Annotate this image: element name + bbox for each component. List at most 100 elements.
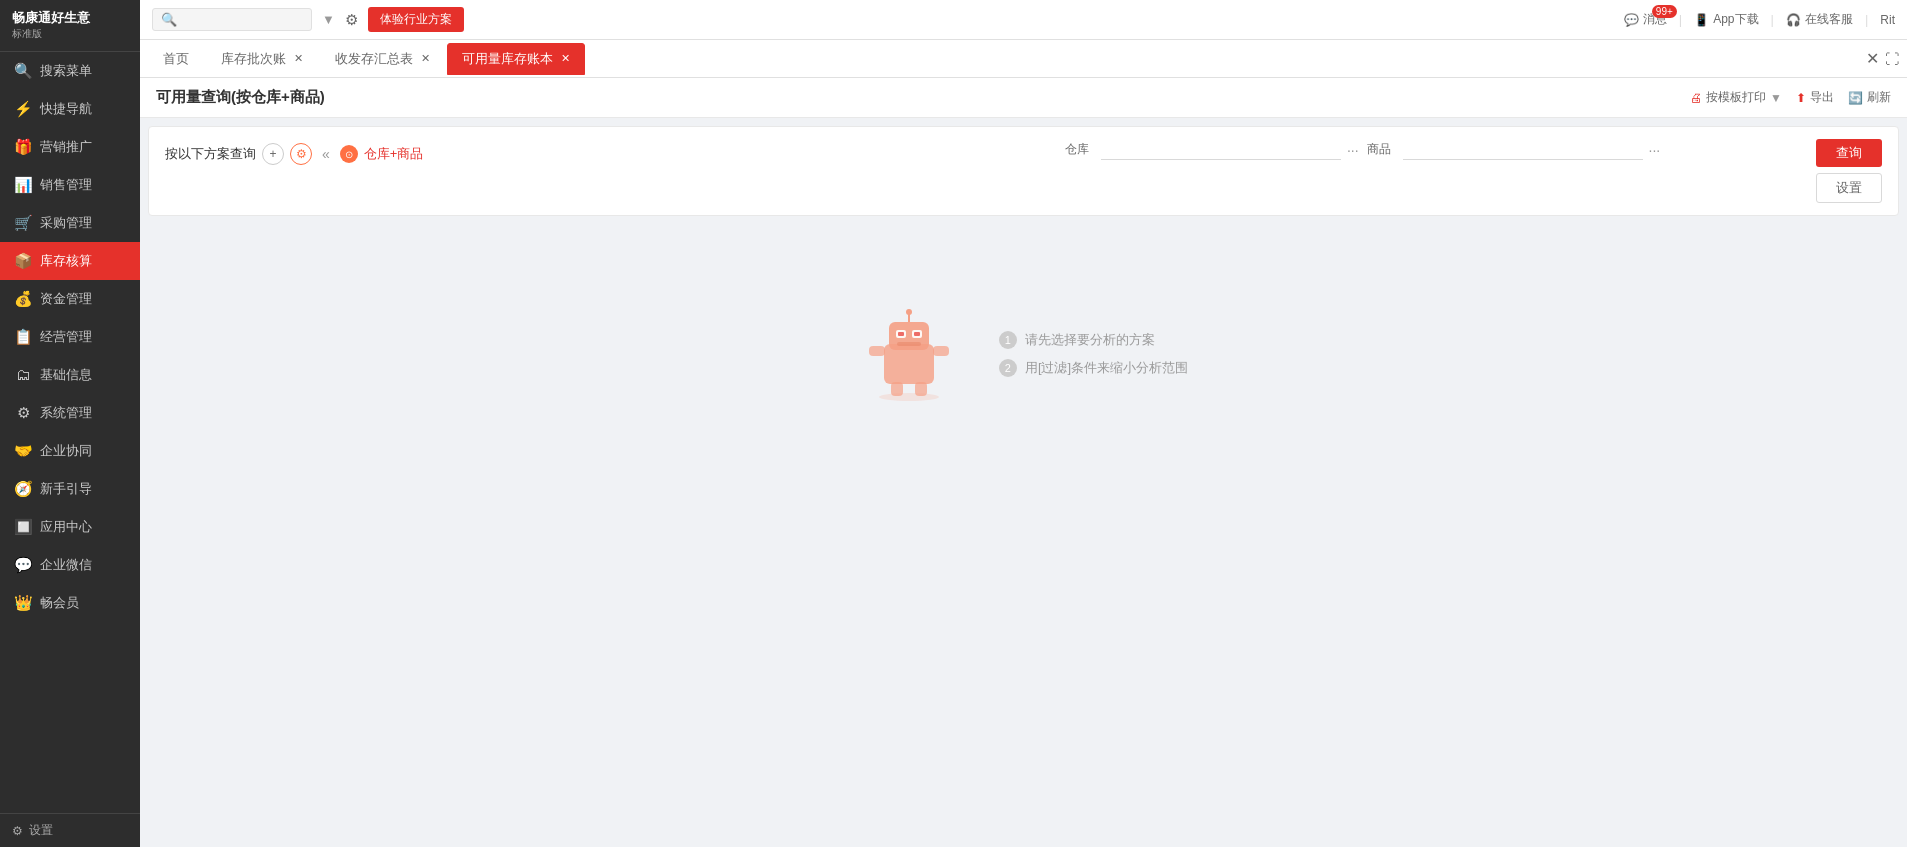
app-subtitle: 标准版 (12, 27, 128, 41)
sidebar-item-label: 经营管理 (40, 328, 92, 346)
online-support-label: 在线客服 (1805, 11, 1853, 28)
print-btn[interactable]: 🖨 按模板打印 ▼ (1690, 89, 1782, 106)
tab-batch[interactable]: 库存批次账✕ (206, 43, 318, 75)
product-field: 商品 ··· (1367, 139, 1661, 160)
sidebar-item-search[interactable]: 🔍搜索菜单 (0, 52, 140, 90)
sidebar-footer[interactable]: ⚙ 设置 (0, 813, 140, 847)
settings-icon: ⚙ (12, 824, 23, 838)
tab-available[interactable]: 可用量库存账本✕ (447, 43, 585, 75)
user-label: Rit (1880, 13, 1895, 27)
system-icon: ⚙ (14, 404, 32, 422)
sidebar-header: 畅康通好生意 标准版 (0, 0, 140, 52)
sidebar: 畅康通好生意 标准版 🔍搜索菜单 ⚡ 快捷导航 🎁营销推广📊销售管理🛒采购管理📦库存核… (0, 0, 140, 847)
refresh-icon: 🔄 (1848, 91, 1863, 105)
scheme-item[interactable]: ⊙ 仓库+商品 (330, 139, 1065, 169)
sidebar-item-label: 基础信息 (40, 366, 92, 384)
warehouse-more-btn[interactable]: ··· (1347, 142, 1359, 158)
sidebar-item-label: 快捷导航 (40, 100, 92, 118)
app-download-label: App下载 (1713, 11, 1758, 28)
message-btn[interactable]: 💬 消息 99+ (1624, 11, 1667, 28)
sidebar-item-guide[interactable]: 🧭新手引导 (0, 470, 140, 508)
warehouse-input[interactable] (1101, 139, 1341, 160)
tab-close-summary[interactable]: ✕ (421, 52, 430, 65)
sidebar-item-shortcut[interactable]: ⚡ 快捷导航 (0, 90, 140, 128)
action-btns: 查询 设置 (1816, 139, 1882, 203)
topbar-search-box[interactable]: 🔍 (152, 8, 312, 31)
sidebar-item-operations[interactable]: 📋经营管理 (0, 318, 140, 356)
topbar: 🔍 ▼ ⚙ 体验行业方案 💬 消息 99+ | 📱 App下载 | 🎧 在线客服… (140, 0, 1907, 40)
message-badge: 99+ (1652, 5, 1677, 18)
user-avatar[interactable]: Rit (1880, 13, 1895, 27)
online-support-btn[interactable]: 🎧 在线客服 (1786, 11, 1853, 28)
svg-rect-11 (869, 346, 885, 356)
expand-btn[interactable]: ⛶ (1885, 51, 1899, 67)
sidebar-item-sales[interactable]: 📊销售管理 (0, 166, 140, 204)
product-label: 商品 (1367, 141, 1397, 158)
query-row: 按以下方案查询 + ⚙ « ⊙ 仓库+商品 仓库 (165, 139, 1882, 203)
main-area: 🔍 ▼ ⚙ 体验行业方案 💬 消息 99+ | 📱 App下载 | 🎧 在线客服… (140, 0, 1907, 847)
tab-label: 收发存汇总表 (335, 50, 413, 68)
tip-text-1: 请先选择要分析的方案 (1025, 331, 1155, 349)
sidebar-item-label: 应用中心 (40, 518, 92, 536)
refresh-btn[interactable]: 🔄 刷新 (1848, 89, 1891, 106)
add-scheme-btn[interactable]: + (262, 143, 284, 165)
svg-rect-4 (898, 332, 904, 336)
empty-state-content: 1 请先选择要分析的方案 2 用[过滤]条件来缩小分析范围 (859, 304, 1188, 404)
svg-point-8 (906, 309, 912, 315)
tip-text-2: 用[过滤]条件来缩小分析范围 (1025, 359, 1188, 377)
app-download-btn[interactable]: 📱 App下载 (1694, 11, 1758, 28)
topbar-dropdown-icon[interactable]: ▼ (322, 12, 335, 27)
sidebar-item-label: 新手引导 (40, 480, 92, 498)
topbar-actions: 💬 消息 99+ | 📱 App下载 | 🎧 在线客服 | Rit (1624, 11, 1895, 28)
sidebar-item-finance[interactable]: 💰资金管理 (0, 280, 140, 318)
sidebar-item-label: 资金管理 (40, 290, 92, 308)
scheme-label: 仓库+商品 (364, 145, 424, 163)
tip-item-2: 2 用[过滤]条件来缩小分析范围 (999, 359, 1188, 377)
svg-rect-12 (933, 346, 949, 356)
sidebar-item-inventory[interactable]: 📦库存核算 (0, 242, 140, 280)
industry-btn[interactable]: 体验行业方案 (368, 7, 464, 32)
close-tab-btn[interactable]: ✕ (1866, 49, 1879, 68)
empty-robot-illustration (859, 304, 959, 404)
marketing-icon: 🎁 (14, 138, 32, 156)
member-icon: 👑 (14, 594, 32, 612)
settings-scheme-btn[interactable]: ⚙ (290, 143, 312, 165)
tip-num-2: 2 (999, 359, 1017, 377)
sidebar-item-label: 畅会员 (40, 594, 79, 612)
sidebar-item-purchase[interactable]: 🛒采购管理 (0, 204, 140, 242)
app-title: 畅康通好生意 (12, 10, 128, 27)
shortcut-icon: ⚡ (14, 100, 32, 118)
product-more-btn[interactable]: ··· (1649, 142, 1661, 158)
svg-rect-5 (914, 332, 920, 336)
sidebar-item-member[interactable]: 👑 畅会员 (0, 584, 140, 622)
message-icon: 💬 (1624, 13, 1639, 27)
sidebar-item-basic[interactable]: 🗂基础信息 (0, 356, 140, 394)
collapse-btn[interactable]: « (322, 146, 330, 162)
sidebar-item-enterprise[interactable]: 🤝企业协同 (0, 432, 140, 470)
sidebar-footer-label: 设置 (29, 822, 53, 839)
query-btn[interactable]: 查询 (1816, 139, 1882, 167)
sidebar-item-wechat[interactable]: 💬企业微信 (0, 546, 140, 584)
tab-close-batch[interactable]: ✕ (294, 52, 303, 65)
tab-summary[interactable]: 收发存汇总表 ✕ (320, 43, 445, 75)
headset-icon: 🎧 (1786, 13, 1801, 27)
product-input[interactable] (1403, 139, 1643, 160)
warehouse-field: 仓库 ··· (1065, 139, 1359, 160)
settings-btn[interactable]: 设置 (1816, 173, 1882, 203)
sidebar-item-label: 搜索菜单 (40, 62, 92, 80)
tab-home[interactable]: 首页 (148, 43, 204, 75)
sidebar-item-label: 企业协同 (40, 442, 92, 460)
export-btn[interactable]: ⬆ 导出 (1796, 89, 1834, 106)
print-dropdown-icon[interactable]: ▼ (1770, 91, 1782, 105)
sidebar-item-marketing[interactable]: 🎁营销推广 (0, 128, 140, 166)
tabs-right-actions: ✕ ⛶ (1866, 49, 1899, 68)
export-icon: ⬆ (1796, 91, 1806, 105)
tab-close-available[interactable]: ✕ (561, 52, 570, 65)
search-input[interactable] (181, 13, 281, 27)
appcenter-icon: 🔲 (14, 518, 32, 536)
scheme-icon: ⊙ (340, 145, 358, 163)
sidebar-item-label: 企业微信 (40, 556, 92, 574)
sidebar-item-system[interactable]: ⚙系统管理 (0, 394, 140, 432)
sidebar-item-appcenter[interactable]: 🔲 应用中心 (0, 508, 140, 546)
gear-icon[interactable]: ⚙ (345, 11, 358, 29)
